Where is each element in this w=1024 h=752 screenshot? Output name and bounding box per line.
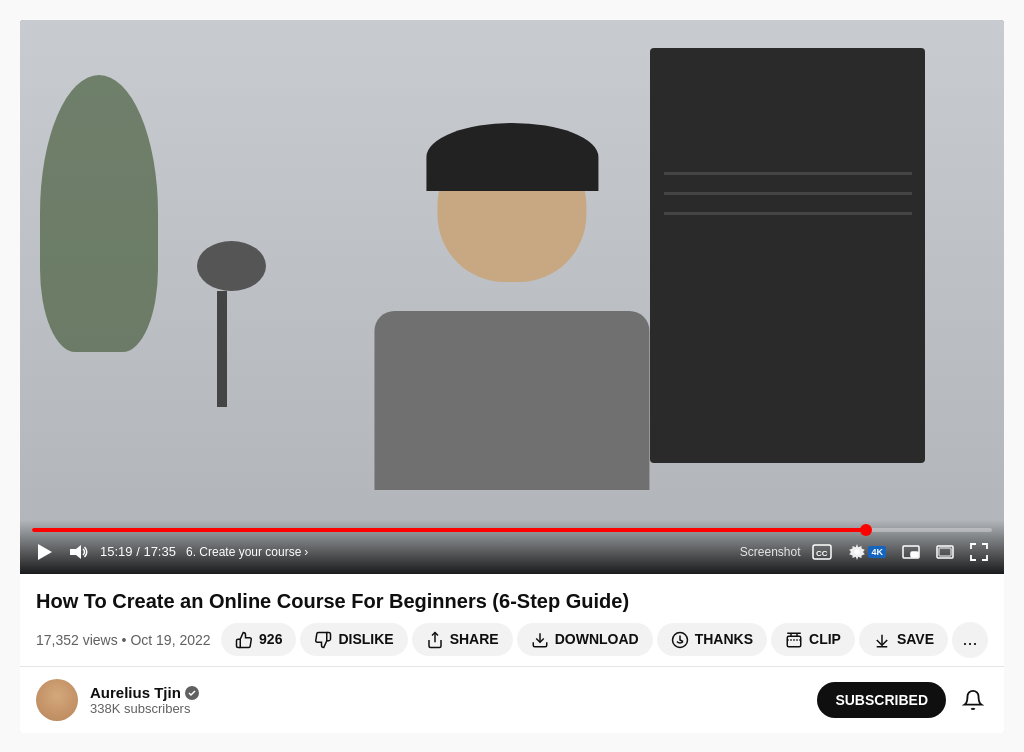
more-label: ... xyxy=(962,629,977,650)
download-label: DOWNLOAD xyxy=(555,631,639,647)
download-icon xyxy=(531,630,549,649)
fullscreen-icon xyxy=(970,543,988,561)
channel-row: Aurelius Tjin 338K subscribers SUBSCRIBE… xyxy=(20,667,1004,733)
channel-name: Aurelius Tjin xyxy=(90,684,805,701)
cc-icon: CC xyxy=(812,544,832,560)
video-title: How To Create an Online Course For Begin… xyxy=(36,588,988,614)
share-icon xyxy=(426,630,444,649)
like-button[interactable]: 926 xyxy=(221,623,296,656)
save-button[interactable]: SAVE xyxy=(859,623,948,656)
video-stats: 17,352 views • Oct 19, 2022 xyxy=(36,632,211,648)
svg-rect-5 xyxy=(911,552,918,557)
video-player[interactable]: 15:19 / 17:35 6. Create your course › Sc… xyxy=(20,20,1004,574)
total-time: 17:35 xyxy=(143,544,176,559)
plant-decoration xyxy=(40,75,158,352)
chapter-text: 6. Create your course xyxy=(186,545,301,559)
chapter-chevron: › xyxy=(304,545,308,559)
quality-badge: 4K xyxy=(868,546,886,558)
settings-icon xyxy=(848,543,866,561)
share-label: SHARE xyxy=(450,631,499,647)
clip-icon xyxy=(785,630,803,649)
dislike-label: DISLIKE xyxy=(338,631,393,647)
person-figure xyxy=(315,131,709,491)
microphone xyxy=(197,241,246,407)
screenshot-label: Screenshot xyxy=(740,545,801,559)
channel-avatar[interactable] xyxy=(36,679,78,721)
settings-button[interactable]: 4K xyxy=(844,541,890,563)
volume-icon xyxy=(68,542,88,562)
current-time: 15:19 xyxy=(100,544,133,559)
view-count: 17,352 views xyxy=(36,632,118,648)
controls-right: Screenshot CC 4K xyxy=(740,541,992,563)
miniplayer-button[interactable] xyxy=(898,543,924,561)
clip-label: CLIP xyxy=(809,631,841,647)
svg-rect-12 xyxy=(787,636,801,647)
controls-row: 15:19 / 17:35 6. Create your course › Sc… xyxy=(32,540,992,564)
publish-date: Oct 19, 2022 xyxy=(130,632,210,648)
thumbs-up-icon xyxy=(235,630,253,649)
subscribe-button[interactable]: SUBSCRIBED xyxy=(817,682,946,718)
action-buttons: 926 DISLIKE xyxy=(221,622,988,658)
miniplayer-icon xyxy=(902,545,920,559)
chapter-label[interactable]: 6. Create your course › xyxy=(186,545,308,559)
volume-button[interactable] xyxy=(66,540,90,564)
bell-icon xyxy=(962,689,984,711)
time-display: 15:19 / 17:35 xyxy=(100,544,176,559)
more-button[interactable]: ... xyxy=(952,622,988,658)
download-button[interactable]: DOWNLOAD xyxy=(517,623,653,656)
person-body xyxy=(374,311,650,491)
notification-bell-button[interactable] xyxy=(958,684,988,716)
video-info: How To Create an Online Course For Begin… xyxy=(20,574,1004,667)
svg-marker-0 xyxy=(70,545,81,559)
save-label: SAVE xyxy=(897,631,934,647)
mic-head xyxy=(197,241,266,291)
theater-button[interactable] xyxy=(932,543,958,561)
channel-info: Aurelius Tjin 338K subscribers xyxy=(90,684,805,716)
like-count: 926 xyxy=(259,631,282,647)
fullscreen-button[interactable] xyxy=(966,541,992,563)
thumbs-down-icon xyxy=(314,630,332,649)
share-button[interactable]: SHARE xyxy=(412,623,513,656)
mic-stand xyxy=(217,291,227,407)
progress-bar[interactable] xyxy=(32,528,992,532)
save-icon xyxy=(873,630,891,649)
person-head xyxy=(437,131,587,282)
video-scene xyxy=(20,20,1004,574)
subscriber-count: 338K subscribers xyxy=(90,701,805,716)
channel-name-text[interactable]: Aurelius Tjin xyxy=(90,684,181,701)
video-controls: 15:19 / 17:35 6. Create your course › Sc… xyxy=(20,520,1004,574)
thanks-icon xyxy=(671,630,689,649)
dislike-button[interactable]: DISLIKE xyxy=(300,623,407,656)
video-meta-row: 17,352 views • Oct 19, 2022 926 xyxy=(36,622,988,658)
thanks-label: THANKS xyxy=(695,631,753,647)
theater-icon xyxy=(936,545,954,559)
progress-fill xyxy=(32,528,867,532)
svg-text:CC: CC xyxy=(816,549,828,558)
thanks-button[interactable]: THANKS xyxy=(657,623,767,656)
avatar-image xyxy=(36,679,78,721)
cc-button[interactable]: CC xyxy=(808,542,836,562)
svg-rect-7 xyxy=(939,548,951,556)
person-cap xyxy=(426,123,598,191)
play-button[interactable] xyxy=(32,540,56,564)
clip-button[interactable]: CLIP xyxy=(771,623,855,656)
page-container: 15:19 / 17:35 6. Create your course › Sc… xyxy=(20,20,1004,733)
play-icon xyxy=(38,544,52,560)
verified-icon xyxy=(185,684,199,700)
